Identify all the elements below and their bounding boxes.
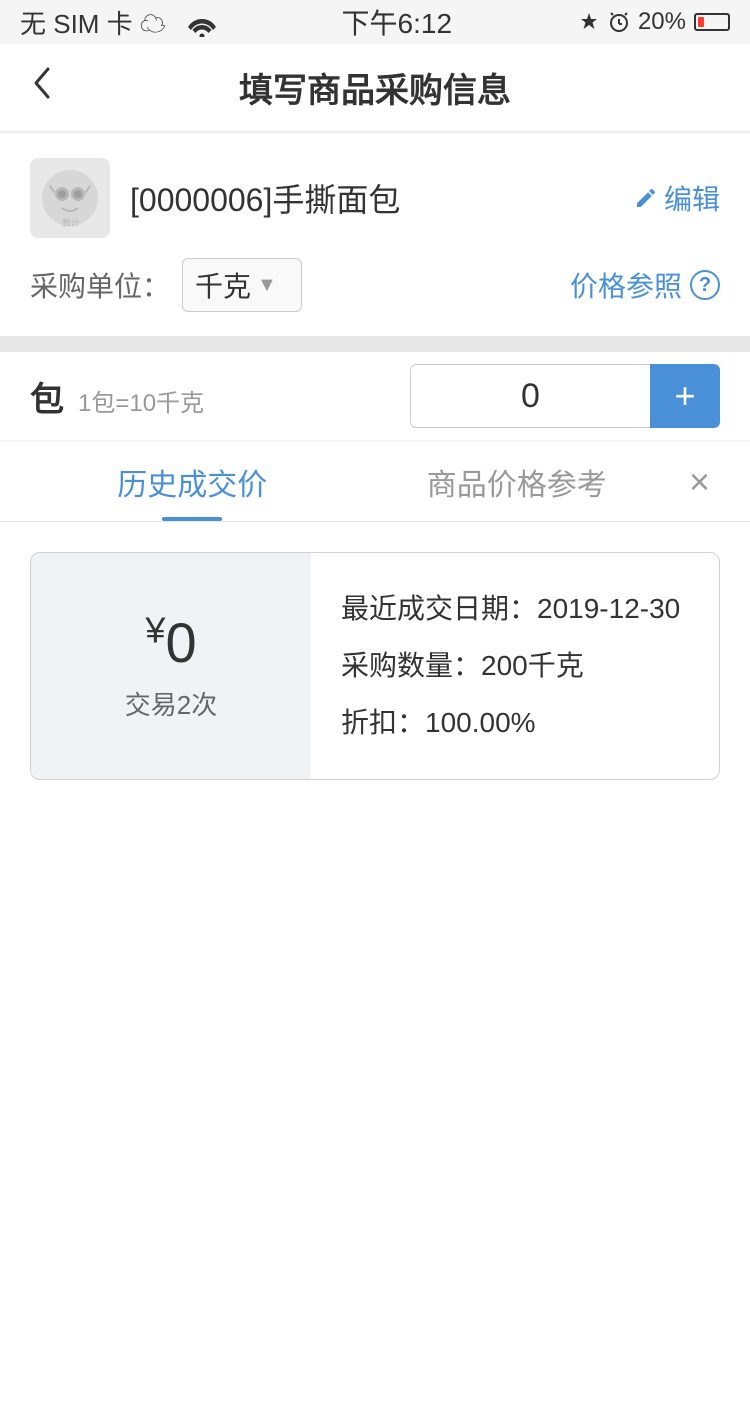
- unit-label: 采购单位：: [30, 265, 170, 305]
- currency-symbol: ¥: [145, 609, 165, 650]
- battery-percent: 20%: [638, 8, 686, 36]
- back-button[interactable]: [30, 55, 64, 120]
- quantity-row: 包 1包=10千克 0 +: [0, 352, 750, 440]
- chevron-down-icon: ▼: [257, 274, 277, 297]
- price-card-left: ¥0 交易2次: [31, 553, 311, 779]
- location-icon: [578, 11, 600, 33]
- trade-count: 交易2次: [125, 685, 217, 722]
- edit-button[interactable]: 编辑: [634, 178, 720, 218]
- white-space: [0, 810, 750, 1410]
- quantity-unit: 包: [30, 372, 64, 421]
- nav-bar: 填写商品采购信息: [0, 44, 750, 132]
- price-ref-button[interactable]: 价格参照 ?: [570, 265, 720, 305]
- product-thumbnail: 数计: [30, 158, 110, 238]
- price-card: ¥0 交易2次 最近成交日期：2019-12-30 采购数量：200千克 折扣：…: [30, 552, 720, 780]
- page-title: 填写商品采购信息: [239, 63, 511, 112]
- recent-date-row: 最近成交日期：2019-12-30: [341, 589, 689, 628]
- product-section: 数计 [0000006]手撕面包 编辑 采购单位： 千克 ▼ 价格参照 ?: [0, 134, 750, 336]
- tabs-container: 历史成交价 商品价格参考 × ¥0 交易2次 最近成交日期：2019-12-30…: [0, 442, 750, 810]
- quantity-unit-hint: 1包=10千克: [78, 383, 204, 418]
- info-icon: ?: [690, 270, 720, 300]
- price-display: ¥0: [145, 610, 196, 675]
- card-content: ¥0 交易2次 最近成交日期：2019-12-30 采购数量：200千克 折扣：…: [0, 522, 750, 810]
- svg-text:数计: 数计: [62, 217, 80, 228]
- section-divider: [0, 336, 750, 352]
- alarm-icon: [608, 11, 630, 33]
- price-value: 0: [165, 611, 196, 674]
- price-card-right: 最近成交日期：2019-12-30 采购数量：200千克 折扣：100.00%: [311, 553, 719, 779]
- battery-icon: [694, 13, 730, 31]
- tab-history-price[interactable]: 历史成交价: [30, 442, 354, 521]
- status-indicators: 20%: [578, 8, 730, 36]
- quantity-plus-button[interactable]: +: [650, 364, 720, 428]
- tab-product-price-ref[interactable]: 商品价格参考: [354, 442, 678, 521]
- purchase-qty-row: 采购数量：200千克: [341, 646, 689, 685]
- close-button[interactable]: ×: [679, 454, 720, 510]
- discount-row: 折扣：100.00%: [341, 703, 689, 742]
- unit-select[interactable]: 千克 ▼: [182, 258, 302, 312]
- edit-icon: [634, 186, 658, 210]
- status-bar: 无 SIM 卡 ☁ 下午6:12 20%: [0, 0, 750, 44]
- quantity-input-area: 0 +: [410, 364, 720, 428]
- tabs-header: 历史成交价 商品价格参考 ×: [0, 442, 750, 522]
- status-time: 下午6:12: [342, 2, 453, 42]
- product-name: [0000006]手撕面包: [130, 175, 400, 221]
- quantity-input[interactable]: 0: [410, 364, 650, 428]
- product-logo: 数计: [40, 168, 100, 228]
- status-carrier: 无 SIM 卡 ☁: [20, 4, 216, 41]
